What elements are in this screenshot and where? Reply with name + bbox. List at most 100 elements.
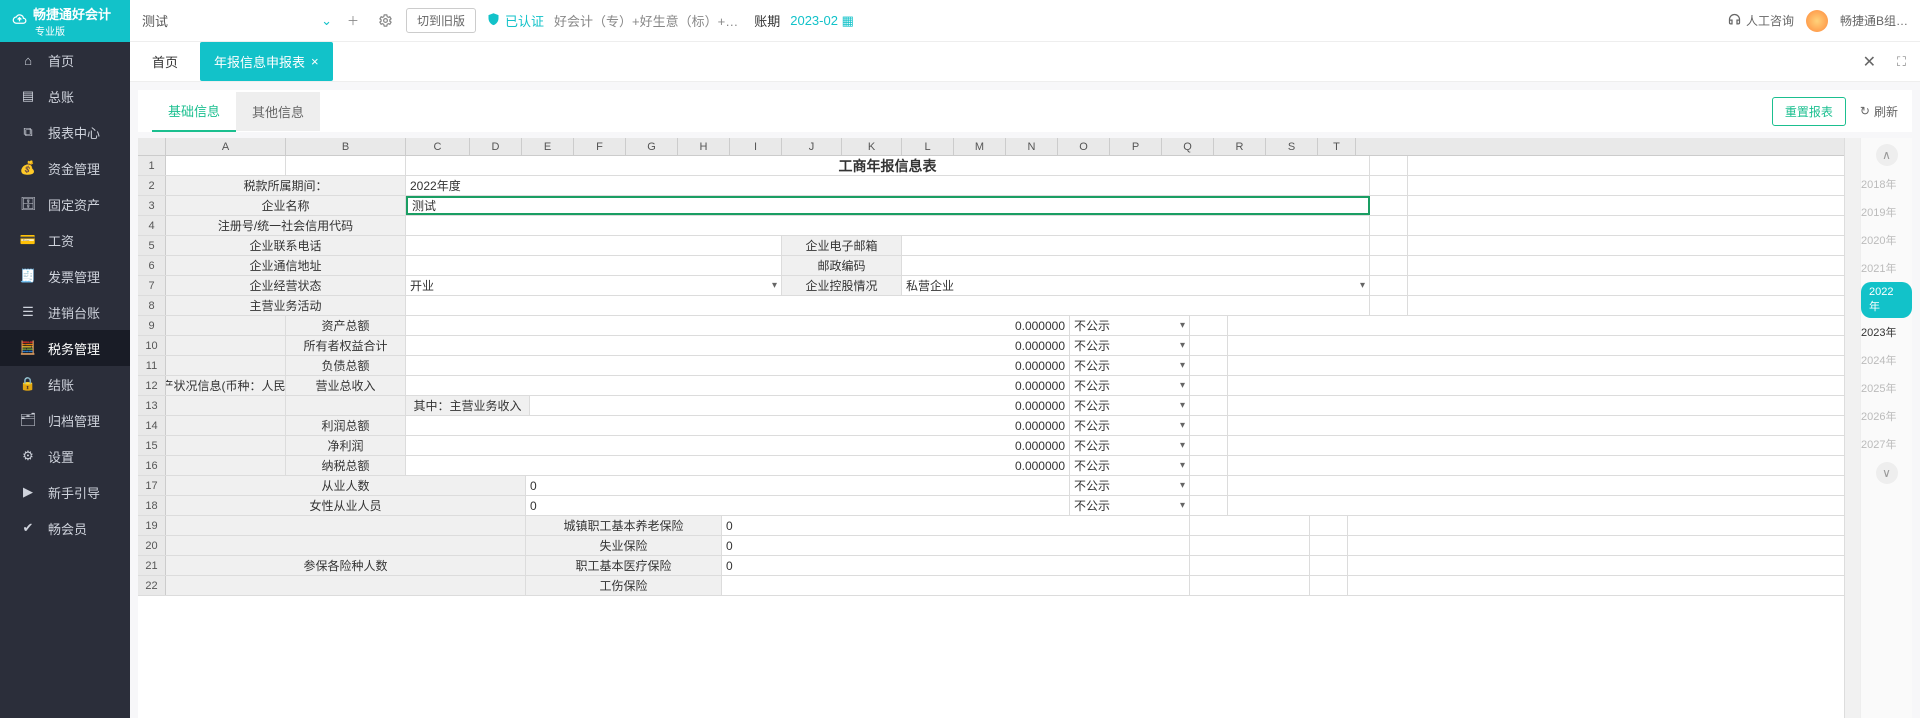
cell[interactable]: 负债总额 xyxy=(286,356,406,375)
sidebar-item-8[interactable]: 🧮税务管理 xyxy=(0,330,130,366)
year-2022年[interactable]: 2022年 xyxy=(1861,282,1912,318)
year-2023年[interactable]: 2023年 xyxy=(1861,318,1912,346)
cell[interactable] xyxy=(1190,576,1310,595)
cell[interactable]: 不公示 xyxy=(1070,496,1190,515)
cell[interactable] xyxy=(902,236,1370,255)
cell[interactable]: 参保各险种人数 xyxy=(166,556,526,575)
cell[interactable] xyxy=(1190,336,1228,355)
row-number[interactable]: 11 xyxy=(138,356,166,375)
col-header-O[interactable]: O xyxy=(1058,138,1110,155)
cell[interactable]: 从业人数 xyxy=(166,476,526,495)
year-2019年[interactable]: 2019年 xyxy=(1861,198,1912,226)
cell[interactable]: 利润总额 xyxy=(286,416,406,435)
sidebar-item-10[interactable]: 🗂归档管理 xyxy=(0,402,130,438)
cell[interactable]: 不公示 xyxy=(1070,476,1190,495)
cell[interactable]: 企业控股情况 xyxy=(782,276,902,295)
gear-icon[interactable] xyxy=(374,10,396,32)
cell[interactable] xyxy=(166,316,286,335)
cell[interactable]: 不公示 xyxy=(1070,356,1190,375)
row-number[interactable]: 8 xyxy=(138,296,166,315)
row-number[interactable]: 22 xyxy=(138,576,166,595)
col-header-F[interactable]: F xyxy=(574,138,626,155)
cell[interactable]: 0.000000 xyxy=(406,316,1070,335)
col-header-S[interactable]: S xyxy=(1266,138,1318,155)
cell[interactable] xyxy=(1370,196,1408,215)
cell[interactable] xyxy=(1190,496,1228,515)
sidebar-item-3[interactable]: 💰资金管理 xyxy=(0,150,130,186)
sidebar-item-4[interactable]: 🗄固定资产 xyxy=(0,186,130,222)
refresh-button[interactable]: ↻刷新 xyxy=(1860,103,1898,120)
add-button[interactable]: ＋ xyxy=(342,10,364,32)
row-number[interactable]: 4 xyxy=(138,216,166,235)
cell[interactable]: 0.000000 xyxy=(406,436,1070,455)
cell[interactable] xyxy=(166,356,286,375)
cell[interactable] xyxy=(1190,316,1228,335)
cell[interactable] xyxy=(1370,216,1408,235)
cell[interactable]: 0 xyxy=(722,516,1190,535)
cell[interactable]: 开业 xyxy=(406,276,782,295)
col-header-D[interactable]: D xyxy=(470,138,522,155)
cell[interactable] xyxy=(1310,536,1348,555)
cell[interactable]: 0.000000 xyxy=(406,456,1070,475)
subtab-basic[interactable]: 基础信息 xyxy=(152,91,236,132)
sidebar-item-13[interactable]: ✔畅会员 xyxy=(0,510,130,546)
cell[interactable] xyxy=(902,256,1370,275)
row-number[interactable]: 13 xyxy=(138,396,166,415)
cell[interactable]: 城镇职工基本养老保险 xyxy=(526,516,722,535)
col-header-B[interactable]: B xyxy=(286,138,406,155)
cell[interactable] xyxy=(1190,376,1228,395)
cell[interactable] xyxy=(722,576,1190,595)
cell[interactable] xyxy=(1370,256,1408,275)
cell[interactable] xyxy=(1370,236,1408,255)
tab-home[interactable]: 首页 xyxy=(142,44,188,79)
cell[interactable] xyxy=(166,536,526,555)
cell[interactable]: 0.000000 xyxy=(406,336,1070,355)
cell[interactable]: 不公示 xyxy=(1070,396,1190,415)
row-number[interactable]: 7 xyxy=(138,276,166,295)
row-number[interactable]: 9 xyxy=(138,316,166,335)
cell[interactable]: 纳税总额 xyxy=(286,456,406,475)
cell[interactable] xyxy=(166,436,286,455)
col-header-P[interactable]: P xyxy=(1110,138,1162,155)
cell[interactable] xyxy=(166,576,526,595)
cell[interactable] xyxy=(1190,396,1228,415)
cell[interactable]: 私营企业 xyxy=(902,276,1370,295)
cell[interactable]: 职工基本医疗保险 xyxy=(526,556,722,575)
cell[interactable] xyxy=(1190,476,1228,495)
sidebar-item-12[interactable]: ▶新手引导 xyxy=(0,474,130,510)
cell[interactable]: 净利润 xyxy=(286,436,406,455)
cell[interactable] xyxy=(1370,296,1408,315)
cell[interactable]: 不公示 xyxy=(1070,336,1190,355)
cell[interactable]: 工伤保险 xyxy=(526,576,722,595)
cell[interactable] xyxy=(166,156,286,175)
cell[interactable]: 0.000000 xyxy=(406,356,1070,375)
cell[interactable] xyxy=(286,396,406,415)
row-number[interactable]: 6 xyxy=(138,256,166,275)
cell[interactable] xyxy=(406,256,782,275)
row-number[interactable]: 14 xyxy=(138,416,166,435)
row-number[interactable]: 5 xyxy=(138,236,166,255)
sidebar-item-9[interactable]: 🔒结账 xyxy=(0,366,130,402)
row-number[interactable]: 10 xyxy=(138,336,166,355)
row-number[interactable]: 12 xyxy=(138,376,166,395)
tab-report[interactable]: 年报信息申报表× xyxy=(200,42,333,81)
year-prev-button[interactable]: ∧ xyxy=(1876,144,1898,166)
cell[interactable] xyxy=(1190,356,1228,375)
cell[interactable]: 邮政编码 xyxy=(782,256,902,275)
close-all-button[interactable]: ✕ xyxy=(1863,52,1876,72)
avatar[interactable] xyxy=(1806,10,1828,32)
cell[interactable]: 0 xyxy=(722,556,1190,575)
cell[interactable]: 不公示 xyxy=(1070,456,1190,475)
cell[interactable]: 失业保险 xyxy=(526,536,722,555)
row-number[interactable]: 21 xyxy=(138,556,166,575)
cell[interactable] xyxy=(1190,416,1228,435)
col-header-M[interactable]: M xyxy=(954,138,1006,155)
cell[interactable]: 企业通信地址 xyxy=(166,256,406,275)
cell[interactable] xyxy=(1370,276,1408,295)
year-2020年[interactable]: 2020年 xyxy=(1861,226,1912,254)
cell[interactable]: 不公示 xyxy=(1070,316,1190,335)
cell[interactable] xyxy=(1310,576,1348,595)
close-icon[interactable]: × xyxy=(311,54,319,69)
period-select[interactable]: 2023-02 ▦ xyxy=(790,13,854,29)
cell[interactable] xyxy=(1190,456,1228,475)
